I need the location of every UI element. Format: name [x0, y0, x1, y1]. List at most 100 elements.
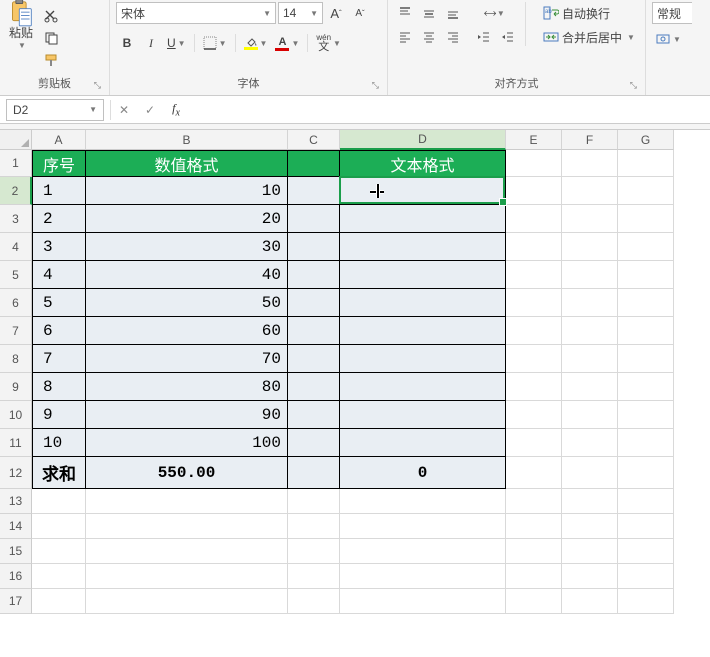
align-left-button[interactable] — [394, 26, 416, 48]
column-header-D[interactable]: D — [340, 130, 506, 150]
cell-B17[interactable] — [86, 589, 288, 614]
cell-E11[interactable] — [506, 429, 562, 457]
cell-E5[interactable] — [506, 261, 562, 289]
cell-A5[interactable]: 4 — [32, 261, 86, 289]
cell-E4[interactable] — [506, 233, 562, 261]
wrap-text-button[interactable]: ab 自动换行 — [539, 2, 639, 24]
cell-F5[interactable] — [562, 261, 618, 289]
underline-button[interactable]: U▼ — [164, 32, 189, 54]
dialog-launcher-icon[interactable]: ⤡ — [94, 80, 101, 91]
cell-D1[interactable]: 文本格式 — [340, 150, 506, 177]
cell-F12[interactable] — [562, 457, 618, 489]
name-box[interactable]: D2 ▼ — [6, 99, 104, 121]
cell-E7[interactable] — [506, 317, 562, 345]
cell-C3[interactable] — [288, 205, 340, 233]
cell-B2[interactable]: 10 — [86, 177, 288, 205]
cell-D17[interactable] — [340, 589, 506, 614]
cell-C11[interactable] — [288, 429, 340, 457]
cell-B10[interactable]: 90 — [86, 401, 288, 429]
row-header-12[interactable]: 12 — [0, 457, 32, 489]
cell-E9[interactable] — [506, 373, 562, 401]
enter-formula-button[interactable]: ✓ — [137, 99, 163, 121]
align-top-button[interactable] — [394, 2, 416, 24]
cell-F2[interactable] — [562, 177, 618, 205]
cell-F6[interactable] — [562, 289, 618, 317]
cell-A3[interactable]: 2 — [32, 205, 86, 233]
cell-C9[interactable] — [288, 373, 340, 401]
cell-G6[interactable] — [618, 289, 674, 317]
cell-E12[interactable] — [506, 457, 562, 489]
bold-button[interactable]: B — [116, 32, 138, 54]
cell-D6[interactable] — [340, 289, 506, 317]
align-right-button[interactable] — [442, 26, 464, 48]
cell-E1[interactable] — [506, 150, 562, 177]
formula-input[interactable] — [189, 99, 710, 121]
select-all-corner[interactable] — [0, 130, 32, 150]
cell-B12[interactable]: 550.00 — [86, 457, 288, 489]
cell-G7[interactable] — [618, 317, 674, 345]
format-painter-button[interactable] — [40, 50, 62, 70]
decrease-indent-button[interactable] — [472, 26, 494, 48]
row-header-17[interactable]: 17 — [0, 589, 32, 614]
cell-C12[interactable] — [288, 457, 340, 489]
cell-C2[interactable] — [288, 177, 340, 205]
cell-F7[interactable] — [562, 317, 618, 345]
merge-center-button[interactable]: 合并后居中 ▼ — [539, 26, 639, 48]
cell-F9[interactable] — [562, 373, 618, 401]
row-header-6[interactable]: 6 — [0, 289, 32, 317]
cell-G17[interactable] — [618, 589, 674, 614]
cell-G16[interactable] — [618, 564, 674, 589]
increase-indent-button[interactable] — [496, 26, 518, 48]
cell-D9[interactable] — [340, 373, 506, 401]
cell-E17[interactable] — [506, 589, 562, 614]
cell-E2[interactable] — [506, 177, 562, 205]
cell-F4[interactable] — [562, 233, 618, 261]
column-header-A[interactable]: A — [32, 130, 86, 150]
row-header-16[interactable]: 16 — [0, 564, 32, 589]
column-header-F[interactable]: F — [562, 130, 618, 150]
cell-G1[interactable] — [618, 150, 674, 177]
cell-E14[interactable] — [506, 514, 562, 539]
row-header-8[interactable]: 8 — [0, 345, 32, 373]
cell-C10[interactable] — [288, 401, 340, 429]
cell-G4[interactable] — [618, 233, 674, 261]
cell-D13[interactable] — [340, 489, 506, 514]
cell-A12[interactable]: 求和 — [32, 457, 86, 489]
cell-G13[interactable] — [618, 489, 674, 514]
cell-D8[interactable] — [340, 345, 506, 373]
cell-G8[interactable] — [618, 345, 674, 373]
align-middle-button[interactable] — [418, 2, 440, 24]
cell-G5[interactable] — [618, 261, 674, 289]
cell-F10[interactable] — [562, 401, 618, 429]
cell-B15[interactable] — [86, 539, 288, 564]
cell-G10[interactable] — [618, 401, 674, 429]
cell-E3[interactable] — [506, 205, 562, 233]
cell-F1[interactable] — [562, 150, 618, 177]
cell-G12[interactable] — [618, 457, 674, 489]
fill-color-button[interactable]: ▼ — [241, 32, 271, 54]
row-header-2[interactable]: 2 — [0, 177, 32, 205]
cell-F16[interactable] — [562, 564, 618, 589]
cell-A7[interactable]: 6 — [32, 317, 86, 345]
cell-G15[interactable] — [618, 539, 674, 564]
row-header-7[interactable]: 7 — [0, 317, 32, 345]
cell-F11[interactable] — [562, 429, 618, 457]
cell-C7[interactable] — [288, 317, 340, 345]
align-bottom-button[interactable] — [442, 2, 464, 24]
cell-G9[interactable] — [618, 373, 674, 401]
cell-G2[interactable] — [618, 177, 674, 205]
row-header-15[interactable]: 15 — [0, 539, 32, 564]
cell-C14[interactable] — [288, 514, 340, 539]
row-header-11[interactable]: 11 — [0, 429, 32, 457]
cell-D10[interactable] — [340, 401, 506, 429]
phonetic-guide-button[interactable]: wén文▼ — [313, 32, 344, 54]
cell-A14[interactable] — [32, 514, 86, 539]
column-header-G[interactable]: G — [618, 130, 674, 150]
cut-button[interactable] — [40, 6, 62, 26]
italic-button[interactable]: I — [140, 32, 162, 54]
cell-C16[interactable] — [288, 564, 340, 589]
cell-E15[interactable] — [506, 539, 562, 564]
cell-B14[interactable] — [86, 514, 288, 539]
cell-F3[interactable] — [562, 205, 618, 233]
row-header-5[interactable]: 5 — [0, 261, 32, 289]
